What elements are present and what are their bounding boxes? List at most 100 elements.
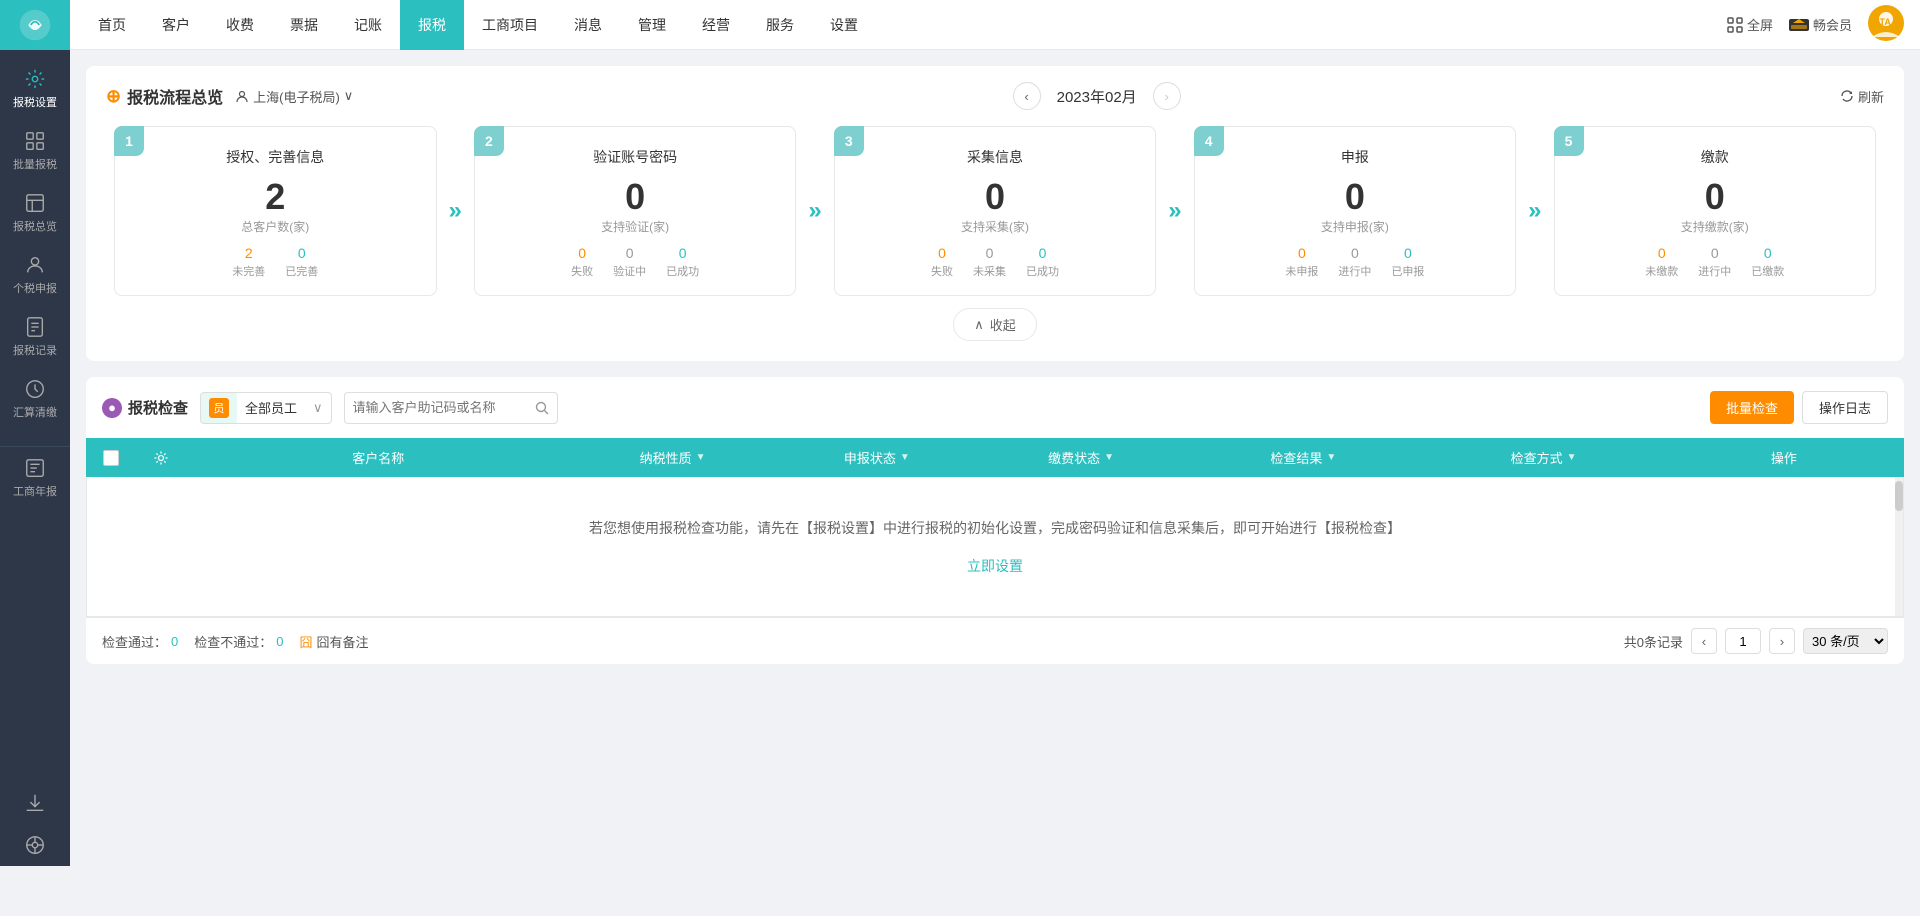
employee-tag: 员 [201, 393, 237, 423]
page-input[interactable] [1725, 628, 1761, 654]
sidebar-item-tax-settings[interactable]: 报税设置 [0, 58, 70, 120]
fullscreen-button[interactable]: 全屏 [1727, 15, 1773, 34]
step-arrow-3: » [1164, 197, 1185, 225]
empty-tip-text: 若您想使用报税检查功能，请先在【报税设置】中进行报税的初始化设置，完成密码验证和… [589, 514, 1401, 542]
step-stat-fail-3: 0 失败 [931, 245, 953, 279]
step-stat-incomplete: 2 未完善 [232, 245, 265, 279]
step-2: 2 验证账号密码 0 支持验证(家) 0 失败 0 验证中 [466, 126, 805, 296]
step-stat-paid-5: 0 已缴款 [1751, 245, 1784, 279]
op-log-button[interactable]: 操作日志 [1802, 391, 1888, 424]
step-card-3: 3 采集信息 0 支持采集(家) 0 失败 0 未采集 [834, 126, 1157, 296]
search-icon[interactable] [535, 401, 549, 415]
sidebar-item-tax-record[interactable]: 报税记录 [0, 306, 70, 368]
tax-overview-card: ⊕ 报税流程总览 上海(电子税局) ∨ ‹ 2023年02月 › [86, 66, 1904, 361]
nav-message[interactable]: 消息 [556, 0, 620, 50]
remark-icon: 囧 [300, 632, 313, 651]
next-date-button[interactable]: › [1153, 82, 1181, 110]
nav-service[interactable]: 服务 [748, 0, 812, 50]
settings-icon[interactable] [153, 450, 169, 466]
check-pass-link[interactable]: 0 [171, 634, 178, 649]
collapse-up-icon: ∧ [974, 317, 984, 333]
step-sub-2: 支持验证(家) [491, 218, 780, 235]
header-checkbox[interactable] [103, 450, 119, 466]
date-nav: ‹ 2023年02月 › [1013, 82, 1181, 110]
prev-date-button[interactable]: ‹ [1013, 82, 1041, 110]
employee-filter[interactable]: 员 全部员工 ∨ [200, 392, 332, 424]
incomplete-val: 2 [245, 245, 253, 261]
purple-circle-icon: ● [102, 398, 122, 418]
step-stats-2: 0 失败 0 验证中 0 已成功 [491, 245, 780, 279]
step-stat-done-2: 0 已成功 [666, 245, 699, 279]
step-arrow-2: » [804, 197, 825, 225]
nav-tax[interactable]: 报税 [400, 0, 464, 50]
nav-manage[interactable]: 管理 [620, 0, 684, 50]
step-stat-done-3: 0 已成功 [1026, 245, 1059, 279]
per-page-select[interactable]: 30 条/页 50 条/页 100 条/页 [1803, 628, 1888, 654]
step-sub-4: 支持申报(家) [1211, 218, 1500, 235]
batch-check-button[interactable]: 批量检查 [1710, 391, 1794, 424]
top-nav-right: 全屏 畅会员 iTA [1727, 5, 1920, 44]
location-tag[interactable]: 上海(电子税局) ∨ [235, 87, 353, 106]
step-count-2: 0 [491, 175, 780, 218]
avatar[interactable]: iTA [1868, 5, 1904, 44]
sidebar-item-annual-report[interactable]: 工商年报 [0, 447, 70, 509]
filter-icon-declare[interactable]: ▼ [900, 452, 910, 463]
sidebar-item-batch-tax[interactable]: 批量报税 [0, 120, 70, 182]
step-stats-5: 0 未缴款 0 进行中 0 已缴款 [1571, 245, 1860, 279]
collapse-button[interactable]: ∧ 收起 [953, 308, 1037, 341]
app-logo[interactable] [0, 0, 70, 50]
nav-items: 首页 客户 收费 票据 记账 报税 工商项目 消息 管理 经营 服务 设置 [70, 0, 1727, 49]
sidebar-location[interactable] [0, 824, 70, 866]
filter-icon-method[interactable]: ▼ [1567, 452, 1577, 463]
tax-check-card: ● 报税检查 员 全部员工 ∨ 批量检查 操作日志 [86, 377, 1904, 664]
step-stat-fail-2: 0 失败 [571, 245, 593, 279]
table-body: 若您想使用报税检查功能，请先在【报税设置】中进行报税的初始化设置，完成密码验证和… [86, 477, 1904, 617]
step-title-3: 采集信息 [851, 143, 1140, 167]
th-checkbox [86, 438, 136, 477]
sidebar-item-personal-tax[interactable]: 个税申报 [0, 244, 70, 306]
nav-operation[interactable]: 经营 [684, 0, 748, 50]
filter-icon-result[interactable]: ▼ [1326, 452, 1336, 463]
step-num-3: 3 [834, 126, 864, 156]
step-stat-declared-4: 0 已申报 [1391, 245, 1424, 279]
nav-business[interactable]: 工商项目 [464, 0, 556, 50]
sidebar-item-tax-settlement[interactable]: 汇算清缴 [0, 368, 70, 430]
nav-customer[interactable]: 客户 [144, 0, 208, 50]
step-stats-1: 2 未完善 0 已完善 [131, 245, 420, 279]
step-num-1: 1 [114, 126, 144, 156]
nav-home[interactable]: 首页 [80, 0, 144, 50]
employee-dropdown-icon: ∨ [305, 400, 331, 416]
nav-invoice[interactable]: 票据 [272, 0, 336, 50]
step-count-1: 2 [131, 175, 420, 218]
nav-fee[interactable]: 收费 [208, 0, 272, 50]
step-sub-5: 支持缴款(家) [1571, 218, 1860, 235]
vip-button[interactable]: 畅会员 [1789, 15, 1852, 34]
nav-bookkeeping[interactable]: 记账 [336, 0, 400, 50]
header-actions: 批量检查 操作日志 [1710, 391, 1888, 424]
next-page-button[interactable]: › [1769, 628, 1795, 654]
person-icon [235, 89, 249, 103]
step-stat-uncollected-3: 0 未采集 [973, 245, 1006, 279]
collapse-row: ∧ 收起 [106, 296, 1884, 345]
th-action: 操作 [1664, 438, 1904, 477]
step-title-1: 授权、完善信息 [131, 143, 420, 167]
filter-icon-tax[interactable]: ▼ [696, 452, 706, 463]
sidebar: 报税设置 批量报税 报税总览 个税申报 报税记录 [0, 50, 70, 866]
sidebar-label-tax-record: 报税记录 [13, 342, 57, 358]
steps-container: 1 授权、完善信息 2 总客户数(家) 2 未完善 0 已完善 [106, 126, 1884, 296]
search-input[interactable] [353, 400, 529, 415]
th-pay-status: 缴费状态 ▼ [979, 438, 1183, 477]
setup-link[interactable]: 立即设置 [967, 558, 1023, 574]
step-3: 3 采集信息 0 支持采集(家) 0 失败 0 未采集 [826, 126, 1165, 296]
filter-icon-pay[interactable]: ▼ [1104, 452, 1114, 463]
nav-settings[interactable]: 设置 [812, 0, 876, 50]
th-declare-status: 申报状态 ▼ [775, 438, 979, 477]
prev-page-button[interactable]: ‹ [1691, 628, 1717, 654]
sidebar-bottom [0, 782, 70, 866]
check-fail-link[interactable]: 0 [276, 634, 283, 649]
sidebar-item-tax-overview[interactable]: 报税总览 [0, 182, 70, 244]
scrollbar-thumb[interactable] [1895, 481, 1903, 511]
empty-tip: 若您想使用报税检查功能，请先在【报税设置】中进行报税的初始化设置，完成密码验证和… [569, 484, 1421, 610]
refresh-button[interactable]: 刷新 [1840, 87, 1884, 106]
sidebar-download[interactable] [0, 782, 70, 824]
